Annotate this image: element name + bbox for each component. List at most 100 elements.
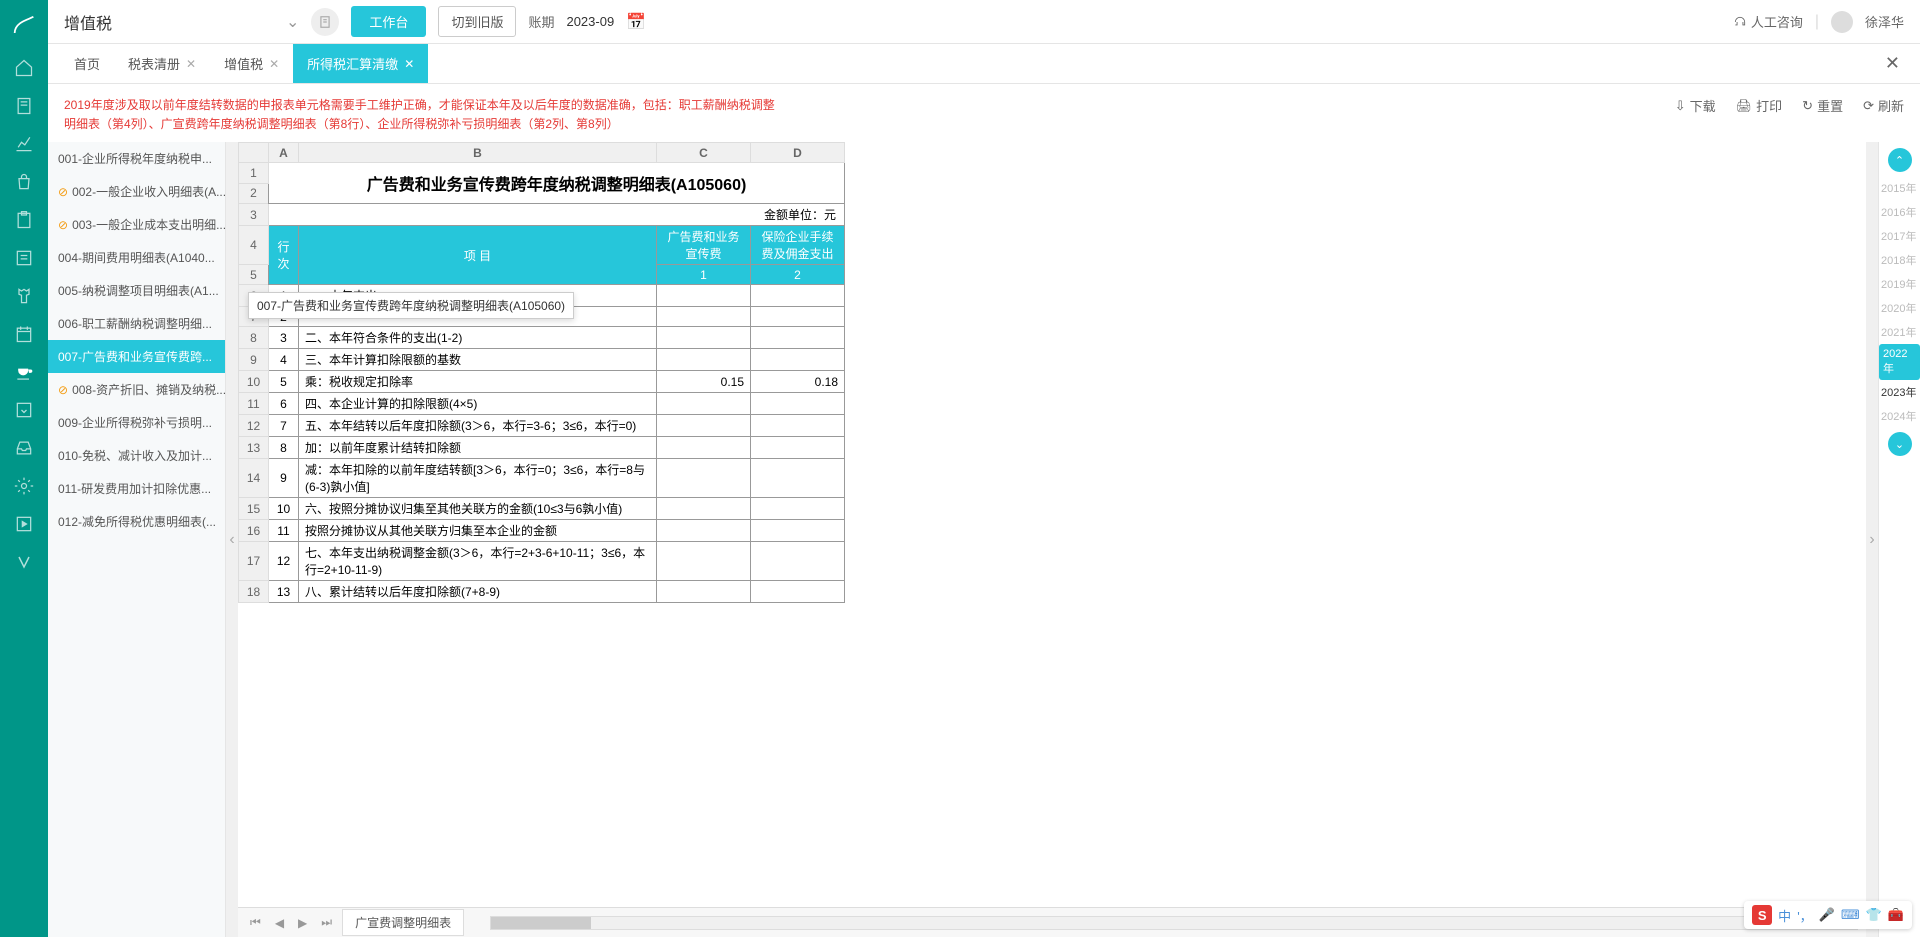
clipboard-icon[interactable] bbox=[14, 210, 34, 230]
value-cell[interactable] bbox=[751, 285, 845, 307]
value-cell[interactable] bbox=[657, 437, 751, 459]
close-icon[interactable]: ✕ bbox=[404, 57, 414, 71]
value-cell[interactable] bbox=[751, 307, 845, 327]
year-up-icon[interactable]: ⌃ bbox=[1888, 148, 1912, 172]
horizontal-scrollbar[interactable] bbox=[490, 916, 1858, 930]
year-item[interactable]: 2019年 bbox=[1879, 272, 1920, 296]
line-cell[interactable]: 9 bbox=[269, 459, 299, 498]
tab-home[interactable]: 首页 bbox=[60, 44, 114, 83]
list-item[interactable]: 007-广告费和业务宣传费跨... bbox=[48, 340, 225, 373]
switch-old-button[interactable]: 切到旧版 bbox=[438, 6, 516, 37]
close-icon[interactable]: ✕ bbox=[186, 57, 196, 71]
value-cell[interactable] bbox=[751, 437, 845, 459]
item-cell[interactable]: 二、本年符合条件的支出(1-2) bbox=[299, 327, 657, 349]
expand-handle[interactable]: › bbox=[1866, 142, 1878, 937]
close-all-icon[interactable]: ✕ bbox=[1877, 53, 1908, 74]
reset-button[interactable]: ↻ 重置 bbox=[1802, 96, 1843, 115]
col-header[interactable]: C bbox=[657, 143, 751, 163]
ime-keyboard-icon[interactable]: ⌨ bbox=[1841, 907, 1860, 923]
item-cell[interactable]: 减：本年扣除的以前年度结转额[3＞6，本行=0；3≤6，本行=8与(6-3)孰小… bbox=[299, 459, 657, 498]
list-item[interactable]: 006-职工薪酬纳税调整明细... bbox=[48, 307, 225, 340]
value-cell[interactable] bbox=[751, 520, 845, 542]
line-cell[interactable]: 11 bbox=[269, 520, 299, 542]
doc-icon[interactable] bbox=[14, 96, 34, 116]
list-item[interactable]: 012-减免所得税优惠明细表(... bbox=[48, 505, 225, 538]
line-cell[interactable]: 8 bbox=[269, 437, 299, 459]
play-icon[interactable] bbox=[14, 514, 34, 534]
row-header[interactable]: 15 bbox=[239, 498, 269, 520]
line-cell[interactable]: 3 bbox=[269, 327, 299, 349]
year-item[interactable]: 2024年 bbox=[1879, 404, 1920, 428]
home-icon[interactable] bbox=[14, 58, 34, 78]
list-item[interactable]: 001-企业所得税年度纳税申... bbox=[48, 142, 225, 175]
row-header[interactable]: 18 bbox=[239, 581, 269, 603]
year-item[interactable]: 2023年 bbox=[1879, 380, 1920, 404]
tab-vat[interactable]: 增值税✕ bbox=[210, 44, 293, 83]
list-item[interactable]: 010-免税、减计收入及加计... bbox=[48, 439, 225, 472]
year-item[interactable]: 2020年 bbox=[1879, 296, 1920, 320]
line-cell[interactable]: 13 bbox=[269, 581, 299, 603]
list-item[interactable]: ⊘002-一般企业收入明细表(A... bbox=[48, 175, 225, 208]
app-logo-icon[interactable] bbox=[10, 12, 38, 40]
value-cell[interactable] bbox=[751, 459, 845, 498]
value-cell[interactable] bbox=[751, 393, 845, 415]
list-item[interactable]: 004-期间费用明细表(A1040... bbox=[48, 241, 225, 274]
sheet-nav-last[interactable]: ⏭ bbox=[317, 915, 336, 930]
bag-icon[interactable] bbox=[14, 172, 34, 192]
year-down-icon[interactable]: ⌄ bbox=[1888, 432, 1912, 456]
tab-income-tax[interactable]: 所得税汇算清缴✕ bbox=[293, 44, 428, 83]
calendar-picker-icon[interactable]: 📅 bbox=[626, 12, 646, 32]
line-cell[interactable]: 7 bbox=[269, 415, 299, 437]
year-item[interactable]: 2022年 bbox=[1879, 344, 1920, 380]
line-cell[interactable]: 6 bbox=[269, 393, 299, 415]
value-cell[interactable]: 0.18 bbox=[751, 371, 845, 393]
value-cell[interactable] bbox=[657, 349, 751, 371]
list-item[interactable]: ⊘008-资产折旧、摊销及纳税... bbox=[48, 373, 225, 406]
spreadsheet[interactable]: A B C D 1广告费和业务宣传费跨年度纳税调整明细表(A105060) 2 … bbox=[238, 142, 845, 603]
title-dropdown-icon[interactable]: ⌄ bbox=[286, 12, 299, 32]
year-item[interactable]: 2016年 bbox=[1879, 200, 1920, 224]
row-header[interactable]: 10 bbox=[239, 371, 269, 393]
ime-toolbar[interactable]: S 中 '， 🎤 ⌨ 👕 🧰 bbox=[1744, 901, 1912, 929]
item-cell[interactable]: 七、本年支出纳税调整金额(3＞6，本行=2+3-6+10-11；3≤6，本行=2… bbox=[299, 542, 657, 581]
ime-logo-icon[interactable]: S bbox=[1752, 905, 1772, 925]
item-cell[interactable]: 三、本年计算扣除限额的基数 bbox=[299, 349, 657, 371]
value-cell[interactable] bbox=[657, 459, 751, 498]
value-cell[interactable] bbox=[657, 520, 751, 542]
item-cell[interactable]: 加：以前年度累计结转扣除额 bbox=[299, 437, 657, 459]
line-cell[interactable]: 4 bbox=[269, 349, 299, 371]
value-cell[interactable] bbox=[657, 581, 751, 603]
row-header[interactable]: 13 bbox=[239, 437, 269, 459]
value-cell[interactable] bbox=[657, 327, 751, 349]
row-header[interactable]: 9 bbox=[239, 349, 269, 371]
cup-icon[interactable] bbox=[14, 362, 34, 382]
year-item[interactable]: 2018年 bbox=[1879, 248, 1920, 272]
ime-mic-icon[interactable]: 🎤 bbox=[1819, 907, 1835, 923]
line-cell[interactable]: 5 bbox=[269, 371, 299, 393]
note-button[interactable] bbox=[311, 8, 339, 36]
collapse-handle[interactable]: ‹ bbox=[226, 142, 238, 937]
consult-link[interactable]: 人工咨询 bbox=[1733, 12, 1803, 31]
line-cell[interactable]: 10 bbox=[269, 498, 299, 520]
avatar[interactable] bbox=[1831, 11, 1853, 33]
year-item[interactable]: 2015年 bbox=[1879, 176, 1920, 200]
sheet-tab[interactable]: 广宣费调整明细表 bbox=[342, 909, 464, 936]
col-header[interactable]: D bbox=[751, 143, 845, 163]
item-cell[interactable]: 五、本年结转以后年度扣除额(3＞6，本行=3-6；3≤6，本行=0) bbox=[299, 415, 657, 437]
ime-lang[interactable]: 中 bbox=[1778, 906, 1791, 925]
value-cell[interactable] bbox=[751, 327, 845, 349]
ime-punct[interactable]: '， bbox=[1797, 906, 1812, 925]
year-item[interactable]: 2017年 bbox=[1879, 224, 1920, 248]
value-cell[interactable]: 0.15 bbox=[657, 371, 751, 393]
value-cell[interactable] bbox=[657, 415, 751, 437]
sheet-nav-first[interactable]: ⏮ bbox=[246, 915, 265, 930]
row-header[interactable]: 12 bbox=[239, 415, 269, 437]
year-item[interactable]: 2021年 bbox=[1879, 320, 1920, 344]
form-icon[interactable] bbox=[14, 248, 34, 268]
calendar-icon[interactable] bbox=[14, 324, 34, 344]
corner-cell[interactable] bbox=[239, 143, 269, 163]
sheet-nav-next[interactable]: ▶ bbox=[294, 916, 311, 930]
value-cell[interactable] bbox=[657, 498, 751, 520]
archive-icon[interactable] bbox=[14, 400, 34, 420]
sheet-nav-prev[interactable]: ◀ bbox=[271, 916, 288, 930]
